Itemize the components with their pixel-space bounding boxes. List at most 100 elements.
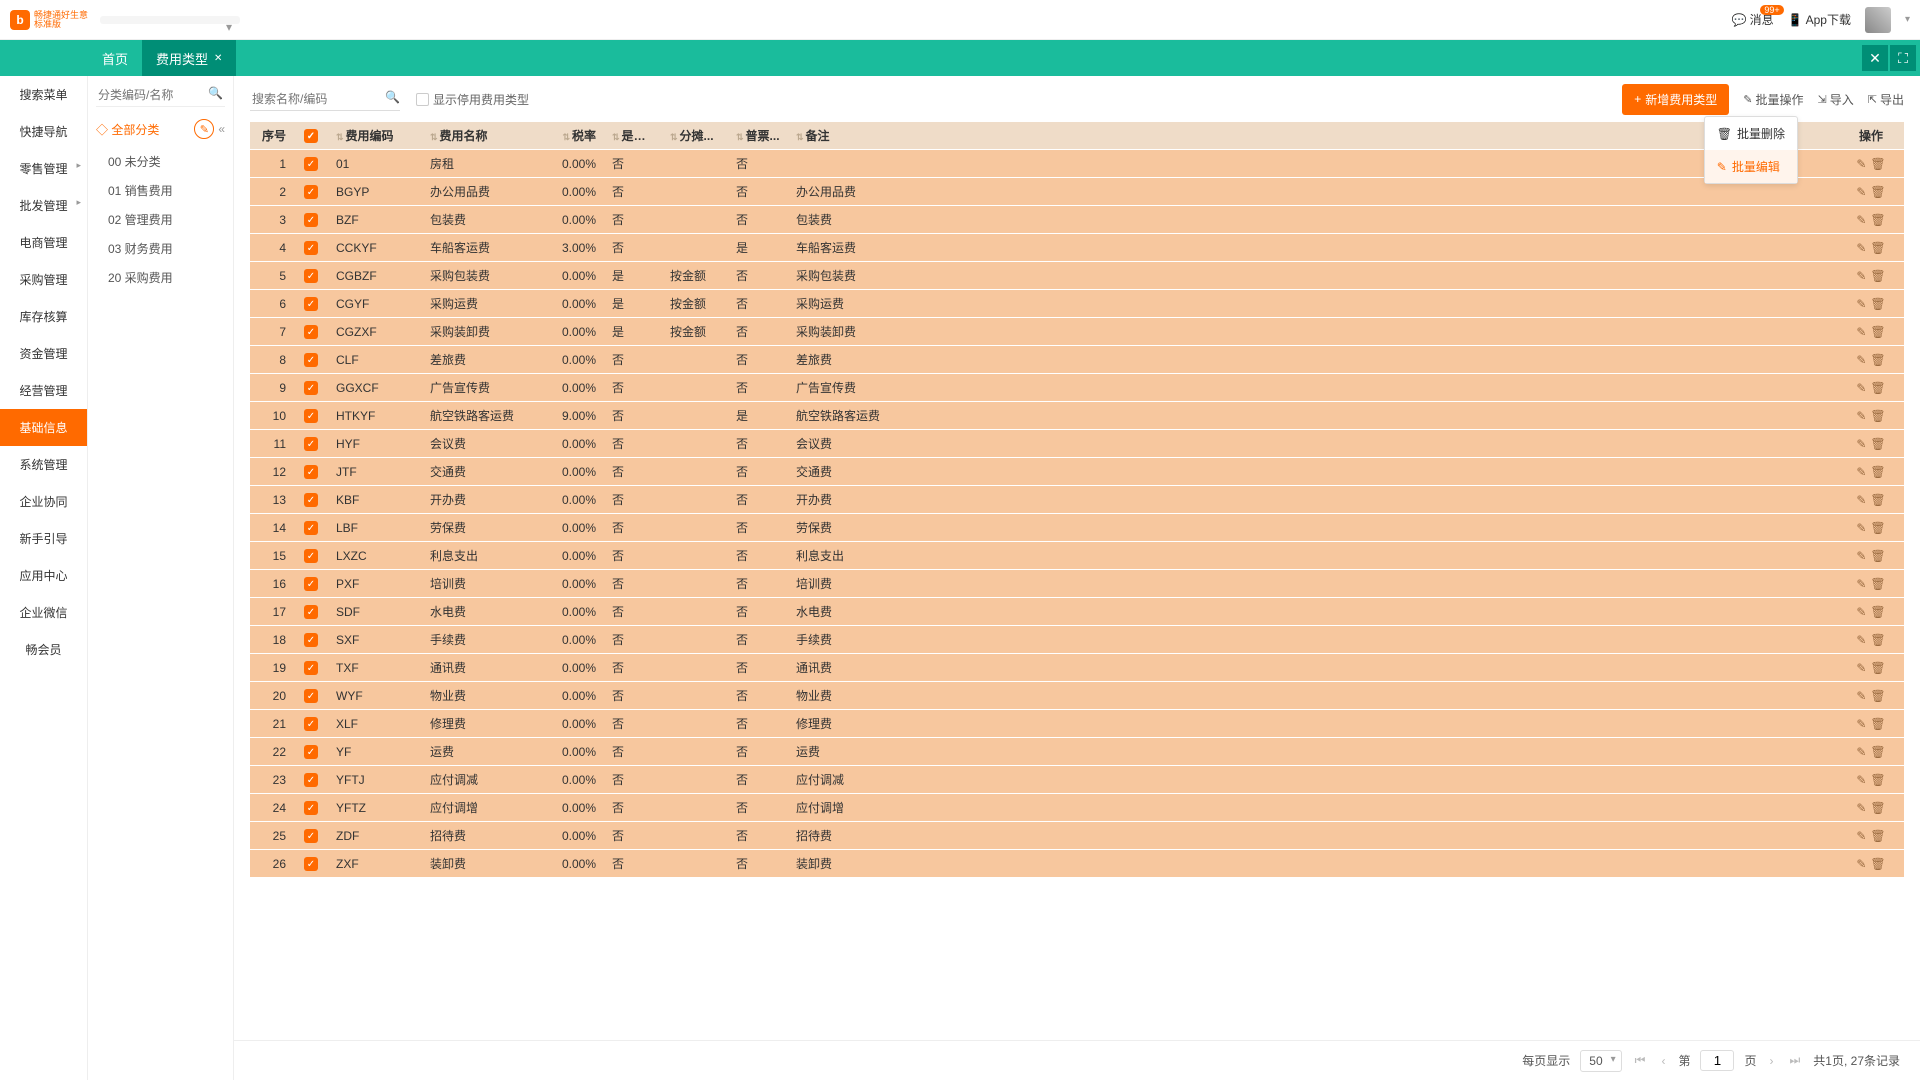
- trash-icon[interactable]: 🗑: [1870, 493, 1885, 507]
- edit-icon[interactable]: ✎: [1856, 241, 1866, 255]
- search-icon[interactable]: 🔍: [208, 86, 223, 100]
- sidebar-item[interactable]: 采购管理: [0, 261, 87, 298]
- trash-icon[interactable]: 🗑: [1870, 801, 1885, 815]
- cell-checkbox[interactable]: ✓: [294, 374, 328, 402]
- category-all[interactable]: ◇ 全部分类: [96, 121, 194, 138]
- company-select[interactable]: [100, 16, 240, 24]
- cell-checkbox[interactable]: ✓: [294, 458, 328, 486]
- category-item[interactable]: 20 采购费用: [88, 263, 233, 292]
- table-row[interactable]: 11✓HYF会议费0.00%否否会议费✎🗑: [250, 430, 1904, 458]
- table-row[interactable]: 3✓BZF包装费0.00%否否包装费✎🗑: [250, 206, 1904, 234]
- cell-checkbox[interactable]: ✓: [294, 766, 328, 794]
- trash-icon[interactable]: 🗑: [1870, 213, 1885, 227]
- edit-icon[interactable]: ✎: [1856, 157, 1866, 171]
- fullscreen-button[interactable]: ⛶: [1890, 45, 1916, 71]
- cell-checkbox[interactable]: ✓: [294, 794, 328, 822]
- th-code[interactable]: ⇅费用编码: [328, 122, 422, 150]
- sidebar-item[interactable]: 零售管理: [0, 150, 87, 187]
- app-download-button[interactable]: 📱 App下载: [1788, 11, 1851, 28]
- sidebar-item[interactable]: 经营管理: [0, 372, 87, 409]
- tab-home[interactable]: 首页: [88, 40, 142, 76]
- edit-icon[interactable]: ✎: [1856, 801, 1866, 815]
- cell-checkbox[interactable]: ✓: [294, 346, 328, 374]
- cell-checkbox[interactable]: ✓: [294, 262, 328, 290]
- trash-icon[interactable]: 🗑: [1870, 605, 1885, 619]
- edit-icon[interactable]: ✎: [1856, 297, 1866, 311]
- trash-icon[interactable]: 🗑: [1870, 241, 1885, 255]
- cell-checkbox[interactable]: ✓: [294, 290, 328, 318]
- cell-checkbox[interactable]: ✓: [294, 234, 328, 262]
- edit-icon[interactable]: ✎: [1856, 465, 1866, 479]
- sidebar-item[interactable]: 资金管理: [0, 335, 87, 372]
- edit-icon[interactable]: ✎: [1856, 409, 1866, 423]
- edit-icon[interactable]: ✎: [1856, 661, 1866, 675]
- trash-icon[interactable]: 🗑: [1870, 745, 1885, 759]
- table-row[interactable]: 2✓BGYP办公用品费0.00%否否办公用品费✎🗑: [250, 178, 1904, 206]
- first-page-button[interactable]: ⏮: [1632, 1053, 1649, 1068]
- edit-icon[interactable]: ✎: [1856, 577, 1866, 591]
- table-row[interactable]: 10✓HTKYF航空铁路客运费9.00%否是航空铁路客运费✎🗑: [250, 402, 1904, 430]
- table-row[interactable]: 14✓LBF劳保费0.00%否否劳保费✎🗑: [250, 514, 1904, 542]
- collapse-icon[interactable]: «: [218, 122, 225, 136]
- table-row[interactable]: 16✓PXF培训费0.00%否否培训费✎🗑: [250, 570, 1904, 598]
- trash-icon[interactable]: 🗑: [1870, 717, 1885, 731]
- table-row[interactable]: 25✓ZDF招待费0.00%否否招待费✎🗑: [250, 822, 1904, 850]
- next-page-button[interactable]: ›: [1766, 1054, 1776, 1068]
- trash-icon[interactable]: 🗑: [1870, 661, 1885, 675]
- table-row[interactable]: 6✓CGYF采购运费0.00%是按金额否采购运费✎🗑: [250, 290, 1904, 318]
- edit-icon[interactable]: ✎: [1856, 689, 1866, 703]
- edit-icon[interactable]: ✎: [1856, 269, 1866, 283]
- batch-delete-item[interactable]: 🗑 批量删除: [1705, 117, 1797, 150]
- table-row[interactable]: 1✓01房租0.00%否否✎🗑: [250, 150, 1904, 178]
- edit-icon[interactable]: ✎: [1856, 605, 1866, 619]
- sidebar-item[interactable]: 新手引导: [0, 520, 87, 557]
- edit-icon[interactable]: ✎: [1856, 213, 1866, 227]
- th-apportion[interactable]: ⇅分摊...: [662, 122, 728, 150]
- cell-checkbox[interactable]: ✓: [294, 542, 328, 570]
- trash-icon[interactable]: 🗑: [1870, 829, 1885, 843]
- messages-button[interactable]: 💬 消息 99+: [1732, 11, 1774, 28]
- cell-checkbox[interactable]: ✓: [294, 150, 328, 178]
- cell-checkbox[interactable]: ✓: [294, 178, 328, 206]
- trash-icon[interactable]: 🗑: [1870, 773, 1885, 787]
- add-button[interactable]: + 新增费用类型: [1622, 84, 1729, 115]
- table-wrap[interactable]: 序号 ✓ ⇅费用编码 ⇅费用名称 ⇅税率 ⇅是否... ⇅分摊... ⇅普票..…: [234, 122, 1920, 1040]
- trash-icon[interactable]: 🗑: [1870, 353, 1885, 367]
- table-row[interactable]: 8✓CLF差旅费0.00%否否差旅费✎🗑: [250, 346, 1904, 374]
- table-row[interactable]: 4✓CCKYF车船客运费3.00%否是车船客运费✎🗑: [250, 234, 1904, 262]
- cell-checkbox[interactable]: ✓: [294, 598, 328, 626]
- cell-checkbox[interactable]: ✓: [294, 318, 328, 346]
- th-is[interactable]: ⇅是否...: [604, 122, 662, 150]
- cell-checkbox[interactable]: ✓: [294, 626, 328, 654]
- table-row[interactable]: 21✓XLF修理费0.00%否否修理费✎🗑: [250, 710, 1904, 738]
- export-button[interactable]: ⇱ 导出: [1868, 91, 1904, 108]
- trash-icon[interactable]: 🗑: [1870, 465, 1885, 479]
- sidebar-item[interactable]: 企业微信: [0, 594, 87, 631]
- trash-icon[interactable]: 🗑: [1870, 689, 1885, 703]
- tab-close-button[interactable]: ✕: [1862, 45, 1888, 71]
- prev-page-button[interactable]: ‹: [1658, 1054, 1668, 1068]
- edit-icon[interactable]: ✎: [1856, 857, 1866, 871]
- table-row[interactable]: 15✓LXZC利息支出0.00%否否利息支出✎🗑: [250, 542, 1904, 570]
- cell-checkbox[interactable]: ✓: [294, 430, 328, 458]
- table-row[interactable]: 9✓GGXCF广告宣传费0.00%否否广告宣传费✎🗑: [250, 374, 1904, 402]
- table-row[interactable]: 12✓JTF交通费0.00%否否交通费✎🗑: [250, 458, 1904, 486]
- table-row[interactable]: 22✓YF运费0.00%否否运费✎🗑: [250, 738, 1904, 766]
- search-input[interactable]: [250, 88, 400, 111]
- batch-edit-item[interactable]: ✎ 批量编辑: [1705, 150, 1797, 183]
- tab-fee-type[interactable]: 费用类型 ✕: [142, 40, 236, 76]
- table-row[interactable]: 18✓SXF手续费0.00%否否手续费✎🗑: [250, 626, 1904, 654]
- table-row[interactable]: 24✓YFTZ应付调增0.00%否否应付调增✎🗑: [250, 794, 1904, 822]
- category-item[interactable]: 00 未分类: [88, 147, 233, 176]
- trash-icon[interactable]: 🗑: [1870, 185, 1885, 199]
- category-item[interactable]: 03 财务费用: [88, 234, 233, 263]
- cell-checkbox[interactable]: ✓: [294, 514, 328, 542]
- edit-icon[interactable]: ✎: [1856, 549, 1866, 563]
- table-row[interactable]: 19✓TXF通讯费0.00%否否通讯费✎🗑: [250, 654, 1904, 682]
- th-seq[interactable]: 序号: [250, 122, 294, 150]
- avatar[interactable]: [1865, 7, 1891, 33]
- trash-icon[interactable]: 🗑: [1870, 437, 1885, 451]
- sidebar-item[interactable]: 批发管理: [0, 187, 87, 224]
- trash-icon[interactable]: 🗑: [1870, 297, 1885, 311]
- sidebar-item[interactable]: 基础信息: [0, 409, 87, 446]
